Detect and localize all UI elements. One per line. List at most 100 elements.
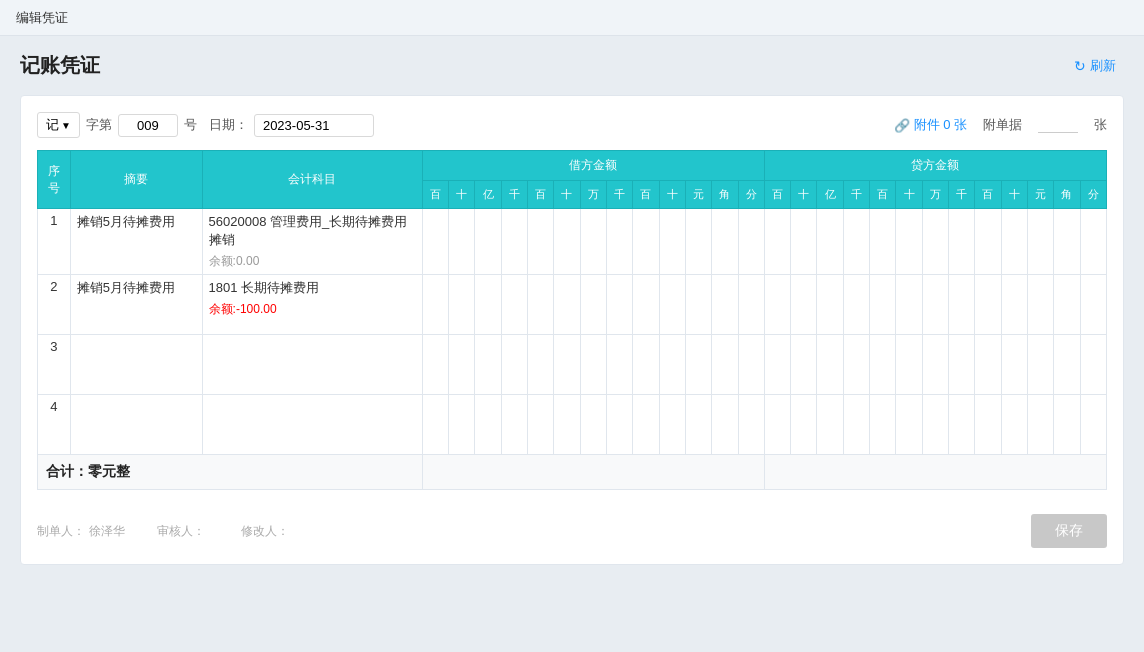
row-4-credit-d8[interactable] [949,395,975,455]
row-2-credit-d2[interactable] [791,275,817,335]
row-1-credit-d4[interactable] [843,209,869,275]
row-4-credit-d5[interactable] [870,395,896,455]
row-4-credit-d12[interactable] [1054,395,1080,455]
row-1-credit-d12[interactable] [1054,209,1080,275]
row-2-debit-d10[interactable] [659,275,685,335]
row-3-credit-d4[interactable] [843,335,869,395]
row-1-credit-d8[interactable] [949,209,975,275]
row-3-credit-d7[interactable] [922,335,948,395]
row-4-debit-d11[interactable] [685,395,711,455]
row-2-debit-d2[interactable] [449,275,475,335]
row-4-debit-d7[interactable] [580,395,606,455]
row-2-debit-d9[interactable] [633,275,659,335]
refresh-button[interactable]: ↻ 刷新 [1066,53,1124,79]
row-2-debit-d4[interactable] [501,275,527,335]
row-3-credit-d13[interactable] [1080,335,1106,395]
row-4-debit-d6[interactable] [554,395,580,455]
zi-input[interactable] [118,114,178,137]
row-2-credit-d8[interactable] [949,275,975,335]
row-summary-2[interactable]: 摊销5月待摊费用 [70,275,202,335]
row-2-debit-d5[interactable] [528,275,554,335]
row-3-credit-d5[interactable] [870,335,896,395]
row-2-debit-d8[interactable] [606,275,632,335]
row-4-debit-d13[interactable] [738,395,764,455]
row-4-credit-d1[interactable] [764,395,790,455]
row-3-debit-d2[interactable] [449,335,475,395]
row-account-1[interactable]: 56020008 管理费用_长期待摊费用摊销余额:0.00 [202,209,422,275]
row-4-credit-d4[interactable] [843,395,869,455]
row-3-debit-d12[interactable] [712,335,738,395]
row-1-credit-d2[interactable] [791,209,817,275]
row-1-credit-d7[interactable] [922,209,948,275]
row-1-credit-d11[interactable] [1027,209,1053,275]
row-3-credit-d9[interactable] [975,335,1001,395]
row-1-debit-d2[interactable] [449,209,475,275]
row-4-credit-d2[interactable] [791,395,817,455]
row-4-credit-d6[interactable] [896,395,922,455]
row-2-credit-d1[interactable] [764,275,790,335]
row-1-debit-d1[interactable] [422,209,448,275]
row-2-credit-d9[interactable] [975,275,1001,335]
row-2-debit-d1[interactable] [422,275,448,335]
row-3-debit-d6[interactable] [554,335,580,395]
row-1-credit-d9[interactable] [975,209,1001,275]
row-2-credit-d5[interactable] [870,275,896,335]
row-1-credit-d13[interactable] [1080,209,1106,275]
row-account-3[interactable] [202,335,422,395]
row-3-debit-d9[interactable] [633,335,659,395]
date-input[interactable] [254,114,374,137]
row-3-debit-d8[interactable] [606,335,632,395]
row-summary-4[interactable] [70,395,202,455]
row-3-credit-d1[interactable] [764,335,790,395]
row-4-debit-d9[interactable] [633,395,659,455]
row-1-credit-d3[interactable] [817,209,843,275]
row-4-debit-d12[interactable] [712,395,738,455]
row-3-debit-d4[interactable] [501,335,527,395]
row-4-debit-d8[interactable] [606,395,632,455]
row-2-credit-d7[interactable] [922,275,948,335]
row-1-credit-d10[interactable] [1001,209,1027,275]
row-2-debit-d13[interactable] [738,275,764,335]
row-3-debit-d7[interactable] [580,335,606,395]
row-3-credit-d2[interactable] [791,335,817,395]
row-1-debit-d13[interactable] [738,209,764,275]
row-1-debit-d10[interactable] [659,209,685,275]
row-3-credit-d11[interactable] [1027,335,1053,395]
row-1-debit-d4[interactable] [501,209,527,275]
row-3-credit-d8[interactable] [949,335,975,395]
row-2-credit-d4[interactable] [843,275,869,335]
row-3-credit-d3[interactable] [817,335,843,395]
row-1-debit-d9[interactable] [633,209,659,275]
row-2-credit-d6[interactable] [896,275,922,335]
row-2-debit-d3[interactable] [475,275,501,335]
row-3-credit-d12[interactable] [1054,335,1080,395]
row-3-debit-d11[interactable] [685,335,711,395]
row-1-credit-d5[interactable] [870,209,896,275]
row-2-credit-d10[interactable] [1001,275,1027,335]
row-1-debit-d8[interactable] [606,209,632,275]
row-1-credit-d6[interactable] [896,209,922,275]
row-4-debit-d3[interactable] [475,395,501,455]
row-2-credit-d12[interactable] [1054,275,1080,335]
row-3-debit-d10[interactable] [659,335,685,395]
row-2-debit-d12[interactable] [712,275,738,335]
save-button[interactable]: 保存 [1031,514,1107,548]
row-2-credit-d11[interactable] [1027,275,1053,335]
row-3-debit-d13[interactable] [738,335,764,395]
attach-label[interactable]: 附件 0 张 [914,116,967,134]
row-4-credit-d10[interactable] [1001,395,1027,455]
row-summary-1[interactable]: 摊销5月待摊费用 [70,209,202,275]
row-4-debit-d4[interactable] [501,395,527,455]
row-4-credit-d3[interactable] [817,395,843,455]
row-2-debit-d11[interactable] [685,275,711,335]
row-1-debit-d12[interactable] [712,209,738,275]
row-4-debit-d5[interactable] [528,395,554,455]
row-4-debit-d10[interactable] [659,395,685,455]
row-1-credit-d1[interactable] [764,209,790,275]
zhang-input[interactable] [1038,117,1078,133]
row-4-credit-d7[interactable] [922,395,948,455]
row-2-debit-d7[interactable] [580,275,606,335]
row-1-debit-d7[interactable] [580,209,606,275]
voucher-type-button[interactable]: 记 ▼ [37,112,80,138]
row-1-debit-d6[interactable] [554,209,580,275]
